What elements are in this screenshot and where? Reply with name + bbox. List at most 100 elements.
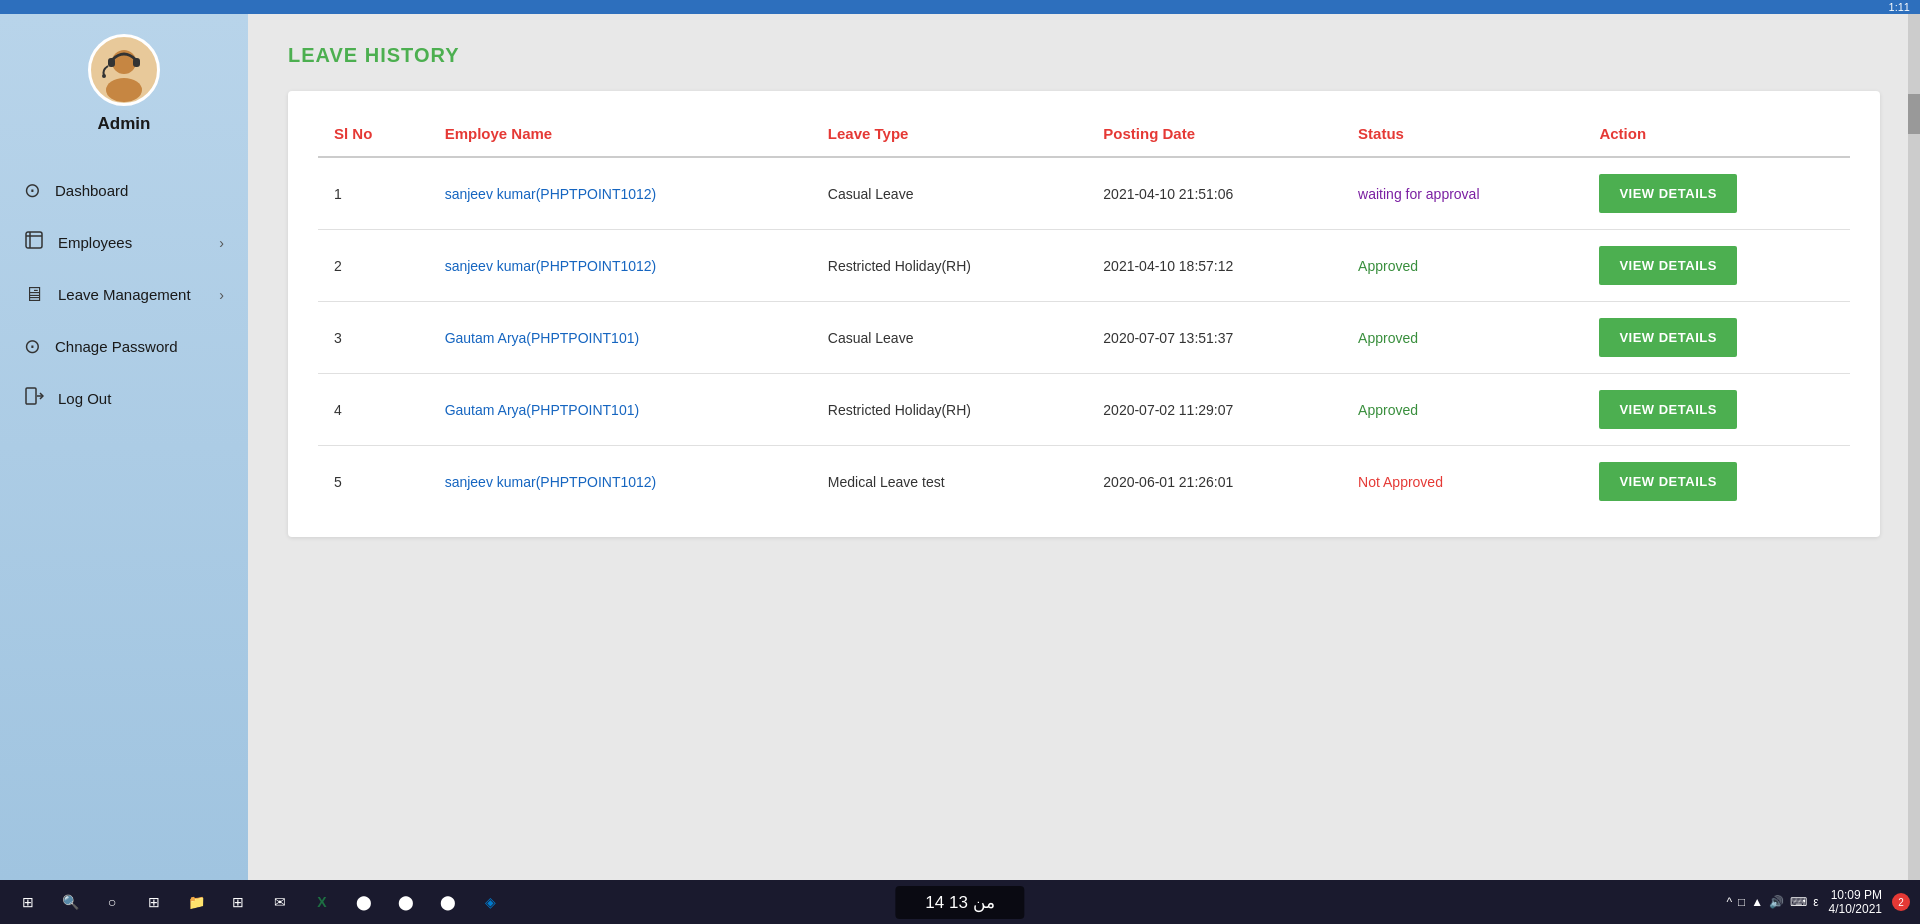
status-badge: Approved bbox=[1358, 258, 1418, 274]
task-view-button[interactable]: ○ bbox=[94, 884, 130, 920]
cell-status: Approved bbox=[1342, 302, 1583, 374]
tray-monitor-icon[interactable]: □ bbox=[1738, 895, 1745, 909]
tray-lang-icon[interactable]: ε bbox=[1813, 895, 1818, 909]
avatar bbox=[88, 34, 160, 106]
search-button[interactable]: 🔍 bbox=[52, 884, 88, 920]
chrome-icon: ⬤ bbox=[356, 894, 372, 910]
cell-leave-type: Medical Leave test bbox=[812, 446, 1087, 518]
cell-sl: 1 bbox=[318, 157, 429, 230]
mail-button[interactable]: ✉ bbox=[262, 884, 298, 920]
cell-sl: 4 bbox=[318, 374, 429, 446]
table-container: Sl No Employe Name Leave Type Posting Da… bbox=[288, 91, 1880, 537]
taskbar-clock[interactable]: 10:09 PM 4/10/2021 bbox=[1829, 888, 1882, 916]
vscode-button[interactable]: ◈ bbox=[472, 884, 508, 920]
arabic-text: 14 من 13 bbox=[925, 893, 994, 912]
view-details-button[interactable]: VIEW DETAILS bbox=[1599, 462, 1736, 501]
employee-name-link[interactable]: sanjeev kumar(PHPTPOINT1012) bbox=[445, 474, 657, 490]
cell-action[interactable]: VIEW DETAILS bbox=[1583, 374, 1850, 446]
taskbar-right: ^ □ ▲ 🔊 ⌨ ε 10:09 PM 4/10/2021 2 bbox=[1726, 888, 1910, 916]
sidebar-item-change-password[interactable]: ⊙ Chnage Password bbox=[0, 320, 248, 372]
cell-employee-name[interactable]: sanjeev kumar(PHPTPOINT1012) bbox=[429, 157, 812, 230]
employee-name-link[interactable]: sanjeev kumar(PHPTPOINT1012) bbox=[445, 258, 657, 274]
app1-button[interactable]: ⬤ bbox=[388, 884, 424, 920]
app1-icon: ⬤ bbox=[398, 894, 414, 910]
cell-status: Not Approved bbox=[1342, 446, 1583, 518]
view-details-button[interactable]: VIEW DETAILS bbox=[1599, 390, 1736, 429]
cell-posting-date: 2020-06-01 21:26:01 bbox=[1087, 446, 1342, 518]
tray-wifi-icon[interactable]: ▲ bbox=[1751, 895, 1763, 909]
col-header-date: Posting Date bbox=[1087, 111, 1342, 157]
chevron-right-icon: › bbox=[219, 287, 224, 303]
status-badge: Not Approved bbox=[1358, 474, 1443, 490]
cell-action[interactable]: VIEW DETAILS bbox=[1583, 230, 1850, 302]
sidebar-item-logout[interactable]: Log Out bbox=[0, 372, 248, 425]
windows-icon: ⊞ bbox=[22, 894, 34, 910]
app2-icon: ⬤ bbox=[440, 894, 456, 910]
sidebar: Admin ⊙ Dashboard Employees › 🖥 bbox=[0, 14, 248, 880]
view-details-button[interactable]: VIEW DETAILS bbox=[1599, 246, 1736, 285]
top-bar-time: 1:11 bbox=[1889, 1, 1910, 13]
taskbar-date-value: 4/10/2021 bbox=[1829, 902, 1882, 916]
cell-posting-date: 2021-04-10 18:57:12 bbox=[1087, 230, 1342, 302]
main-layout: Admin ⊙ Dashboard Employees › 🖥 bbox=[0, 14, 1920, 880]
sidebar-item-leave-management[interactable]: 🖥 Leave Management › bbox=[0, 269, 248, 320]
top-bar: 1:11 bbox=[0, 0, 1920, 14]
table-row: 2sanjeev kumar(PHPTPOINT1012)Restricted … bbox=[318, 230, 1850, 302]
view-details-button[interactable]: VIEW DETAILS bbox=[1599, 174, 1736, 213]
notification-badge[interactable]: 2 bbox=[1892, 893, 1910, 911]
admin-label: Admin bbox=[98, 114, 151, 134]
svg-rect-4 bbox=[133, 58, 140, 67]
vscode-icon: ◈ bbox=[485, 894, 496, 910]
status-badge: Approved bbox=[1358, 330, 1418, 346]
cell-leave-type: Casual Leave bbox=[812, 157, 1087, 230]
tray-keyboard-icon[interactable]: ⌨ bbox=[1790, 895, 1807, 909]
table-row: 1 sanjeev kumar(PHPTPOINT1012) Casual Leav… bbox=[318, 157, 1850, 230]
widgets-button[interactable]: ⊞ bbox=[136, 884, 172, 920]
cell-action[interactable]: VIEW DETAILS bbox=[1583, 302, 1850, 374]
sidebar-item-dashboard[interactable]: ⊙ Dashboard bbox=[0, 164, 248, 216]
cell-sl: 3 bbox=[318, 302, 429, 374]
app2-button[interactable]: ⬤ bbox=[430, 884, 466, 920]
svg-point-2 bbox=[106, 78, 142, 102]
view-details-button[interactable]: VIEW DETAILS bbox=[1599, 318, 1736, 357]
svg-rect-6 bbox=[26, 232, 42, 248]
table-row: 5sanjeev kumar(PHPTPOINT1012)Medical Lea… bbox=[318, 446, 1850, 518]
cell-employee-name[interactable]: Gautam Arya(PHPTPOINT101) bbox=[429, 374, 812, 446]
cell-employee-name[interactable]: Gautam Arya(PHPTPOINT101) bbox=[429, 302, 812, 374]
cell-posting-date: 2021-04-10 21:51:06 bbox=[1087, 157, 1342, 230]
sidebar-item-employees[interactable]: Employees › bbox=[0, 216, 248, 269]
cell-status: Approved bbox=[1342, 374, 1583, 446]
system-tray: ^ □ ▲ 🔊 ⌨ ε bbox=[1726, 895, 1818, 909]
col-header-type: Leave Type bbox=[812, 111, 1087, 157]
mail-icon: ✉ bbox=[274, 894, 286, 910]
col-header-status: Status bbox=[1342, 111, 1583, 157]
store-icon: ⊞ bbox=[232, 894, 244, 910]
cell-action[interactable]: VIEW DETAILS bbox=[1583, 446, 1850, 518]
sidebar-nav: ⊙ Dashboard Employees › 🖥 Leave Manageme… bbox=[0, 164, 248, 425]
scrollbar-track[interactable] bbox=[1908, 14, 1920, 880]
cell-action[interactable]: VIEW DETAILS bbox=[1583, 157, 1850, 230]
taskbar-left: ⊞ 🔍 ○ ⊞ 📁 ⊞ ✉ X ⬤ ⬤ ⬤ bbox=[10, 884, 508, 920]
top-bar-icons: 1:11 bbox=[1889, 1, 1910, 13]
file-explorer-button[interactable]: 📁 bbox=[178, 884, 214, 920]
cell-posting-date: 2020-07-02 11:29:07 bbox=[1087, 374, 1342, 446]
employee-name-link[interactable]: Gautam Arya(PHPTPOINT101) bbox=[445, 402, 640, 418]
svg-rect-3 bbox=[108, 58, 115, 67]
excel-button[interactable]: X bbox=[304, 884, 340, 920]
cell-employee-name[interactable]: sanjeev kumar(PHPTPOINT1012) bbox=[429, 446, 812, 518]
sidebar-profile: Admin bbox=[0, 34, 248, 154]
tray-volume-icon[interactable]: 🔊 bbox=[1769, 895, 1784, 909]
store-button[interactable]: ⊞ bbox=[220, 884, 256, 920]
cell-status: waiting for approval bbox=[1342, 157, 1583, 230]
employee-name-link[interactable]: sanjeev kumar(PHPTPOINT1012) bbox=[445, 186, 657, 202]
cell-employee-name[interactable]: sanjeev kumar(PHPTPOINT1012) bbox=[429, 230, 812, 302]
chrome-button[interactable]: ⬤ bbox=[346, 884, 382, 920]
table-row: 4Gautam Arya(PHPTPOINT101)Restricted Hol… bbox=[318, 374, 1850, 446]
taskbar-center-tooltip: 14 من 13 bbox=[895, 886, 1024, 919]
tray-expand-icon[interactable]: ^ bbox=[1726, 895, 1732, 909]
employee-name-link[interactable]: Gautam Arya(PHPTPOINT101) bbox=[445, 330, 640, 346]
cell-sl: 2 bbox=[318, 230, 429, 302]
col-header-action: Action bbox=[1583, 111, 1850, 157]
start-button[interactable]: ⊞ bbox=[10, 884, 46, 920]
scrollbar-thumb[interactable] bbox=[1908, 94, 1920, 134]
